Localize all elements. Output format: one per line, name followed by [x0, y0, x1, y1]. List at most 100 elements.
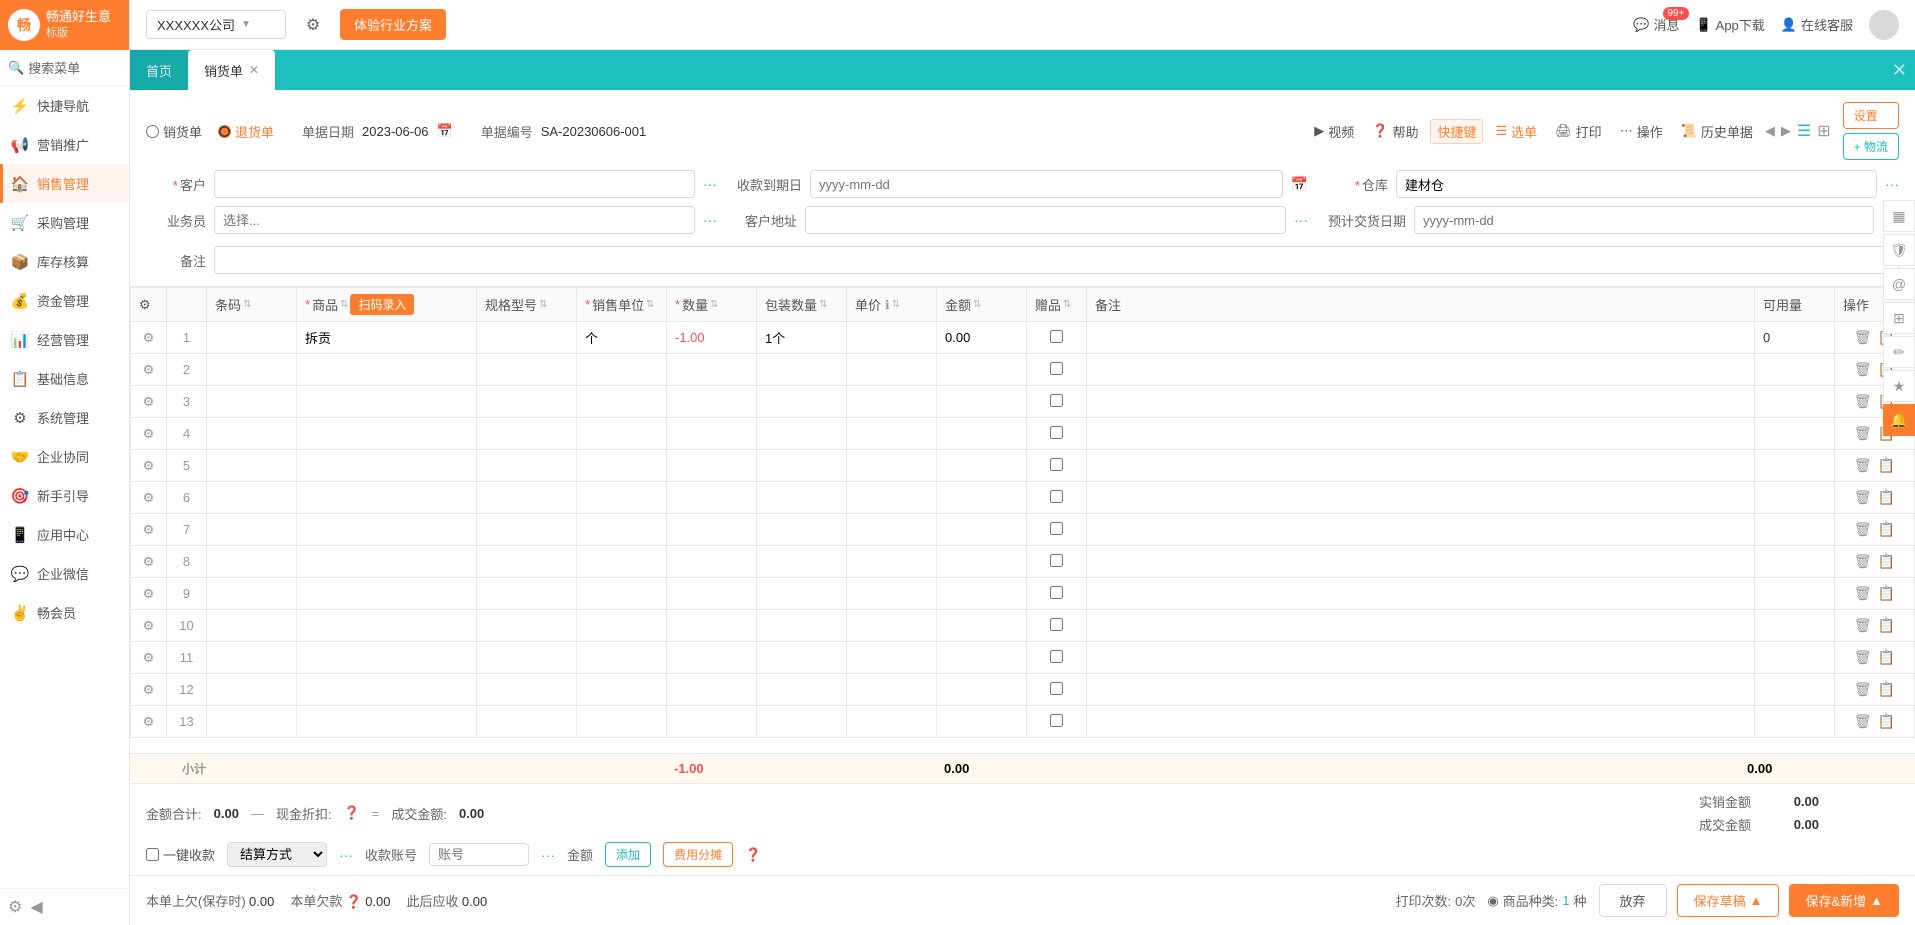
td-unit-11[interactable]	[577, 674, 667, 706]
sidebar-item-basic[interactable]: 📋 基础信息	[0, 359, 129, 398]
td-price-8[interactable]	[847, 578, 937, 610]
save-draft-button[interactable]: 保存草稿 ▲	[1677, 884, 1780, 917]
td-spec-3[interactable]	[477, 418, 577, 450]
td-barcode-8[interactable]	[207, 578, 297, 610]
td-unit-9[interactable]	[577, 610, 667, 642]
td-gift-9[interactable]	[1027, 610, 1087, 642]
expected-delivery-input[interactable]	[1423, 213, 1865, 228]
price-info-icon[interactable]: ℹ	[885, 298, 890, 312]
scan-button[interactable]: 扫码录入	[350, 294, 414, 315]
delete-row-icon-5[interactable]: 🗑	[1854, 489, 1872, 506]
td-barcode-7[interactable]	[207, 546, 297, 578]
td-barcode-9[interactable]	[207, 610, 297, 642]
td-remark-4[interactable]	[1087, 450, 1755, 482]
settlement-dots-btn[interactable]: ···	[339, 847, 353, 863]
td-unit-5[interactable]	[577, 482, 667, 514]
float-at-icon[interactable]: @	[1883, 268, 1915, 300]
row-gear-icon-11[interactable]: ⚙	[143, 682, 155, 697]
td-barcode-0[interactable]	[207, 322, 297, 354]
td-amount-8[interactable]	[937, 578, 1027, 610]
warehouse-dots-btn[interactable]: ···	[1885, 176, 1899, 192]
td-pkg-12[interactable]	[757, 706, 847, 738]
td-qty-10[interactable]	[667, 642, 757, 674]
td-spec-12[interactable]	[477, 706, 577, 738]
td-barcode-5[interactable]	[207, 482, 297, 514]
td-spec-8[interactable]	[477, 578, 577, 610]
sidebar-item-inventory[interactable]: 📦 库存核算	[0, 242, 129, 281]
td-remark-1[interactable]	[1087, 354, 1755, 386]
return-order-radio[interactable]: 退货单	[218, 122, 274, 141]
td-price-7[interactable]	[847, 546, 937, 578]
td-remark-2[interactable]	[1087, 386, 1755, 418]
date-calendar-icon[interactable]: 📅	[437, 123, 453, 139]
fee-split-button[interactable]: 费用分摊	[663, 842, 733, 867]
delete-row-icon-4[interactable]: 🗑	[1854, 457, 1872, 474]
abandon-button[interactable]: 放弃	[1599, 884, 1667, 917]
delete-row-icon-10[interactable]: 🗑	[1854, 649, 1872, 666]
delete-row-icon-1[interactable]: 🗑	[1854, 361, 1872, 378]
float-star-icon[interactable]: ★	[1883, 370, 1915, 402]
td-product-10[interactable]	[297, 642, 477, 674]
td-price-9[interactable]	[847, 610, 937, 642]
copy-row-icon-5[interactable]: 📋	[1878, 489, 1895, 506]
td-barcode-3[interactable]	[207, 418, 297, 450]
tab-home[interactable]: 首页	[130, 50, 188, 90]
sidebar-item-sales[interactable]: 🏠 销售管理	[0, 164, 129, 203]
td-pkg-9[interactable]	[757, 610, 847, 642]
td-qty-5[interactable]	[667, 482, 757, 514]
td-product-12[interactable]	[297, 706, 477, 738]
td-price-0[interactable]	[847, 322, 937, 354]
td-remark-8[interactable]	[1087, 578, 1755, 610]
td-unit-6[interactable]	[577, 514, 667, 546]
td-gift-5[interactable]	[1027, 482, 1087, 514]
td-barcode-11[interactable]	[207, 674, 297, 706]
add-payment-button[interactable]: 添加	[605, 842, 651, 867]
row-gear-icon-5[interactable]: ⚙	[143, 490, 155, 505]
td-pkg-3[interactable]	[757, 418, 847, 450]
delete-row-icon-12[interactable]: 🗑	[1854, 713, 1872, 730]
copy-row-icon-10[interactable]: 📋	[1878, 649, 1895, 666]
td-amount-0[interactable]	[937, 322, 1027, 354]
payment-due-input[interactable]	[819, 177, 1274, 192]
td-product-11[interactable]	[297, 674, 477, 706]
sidebar-item-operations[interactable]: 📊 经营管理	[0, 320, 129, 359]
td-gift-2[interactable]	[1027, 386, 1087, 418]
td-pkg-4[interactable]	[757, 450, 847, 482]
td-pkg-7[interactable]	[757, 546, 847, 578]
sidebar-item-system[interactable]: ⚙ 系统管理	[0, 398, 129, 437]
td-remark-10[interactable]	[1087, 642, 1755, 674]
delete-row-icon-2[interactable]: 🗑	[1854, 393, 1872, 410]
td-remark-3[interactable]	[1087, 418, 1755, 450]
td-pkg-11[interactable]	[757, 674, 847, 706]
table-scroll-container[interactable]: ⚙ 条码⇅ * 商品 ⇅ 扫码录入	[130, 287, 1915, 753]
print-btn[interactable]: 🖨 打印	[1549, 119, 1608, 144]
settlement-method-select[interactable]: 结算方式	[227, 842, 327, 867]
sidebar-item-appstore[interactable]: 📱 应用中心	[0, 515, 129, 554]
delete-row-icon-6[interactable]: 🗑	[1854, 521, 1872, 538]
row-gear-icon-3[interactable]: ⚙	[143, 426, 155, 441]
td-price-3[interactable]	[847, 418, 937, 450]
td-gift-4[interactable]	[1027, 450, 1087, 482]
row-gear-icon-8[interactable]: ⚙	[143, 586, 155, 601]
td-spec-2[interactable]	[477, 386, 577, 418]
td-unit-2[interactable]	[577, 386, 667, 418]
td-qty-0[interactable]	[667, 322, 757, 354]
td-remark-11[interactable]	[1087, 674, 1755, 706]
td-qty-8[interactable]	[667, 578, 757, 610]
td-product-5[interactable]	[297, 482, 477, 514]
td-amount-4[interactable]	[937, 450, 1027, 482]
grid-view-icon[interactable]: ⊞	[1817, 121, 1830, 141]
td-barcode-2[interactable]	[207, 386, 297, 418]
td-qty-11[interactable]	[667, 674, 757, 706]
td-spec-10[interactable]	[477, 642, 577, 674]
row-gear-icon-9[interactable]: ⚙	[143, 618, 155, 633]
td-amount-2[interactable]	[937, 386, 1027, 418]
sidebar-item-finance[interactable]: 💰 资金管理	[0, 281, 129, 320]
discount-question-icon[interactable]: ❓	[344, 805, 360, 821]
td-price-11[interactable]	[847, 674, 937, 706]
td-price-6[interactable]	[847, 514, 937, 546]
barcode-sort-icon[interactable]: ⇅	[243, 299, 251, 310]
td-unit-0[interactable]	[577, 322, 667, 354]
td-gift-11[interactable]	[1027, 674, 1087, 706]
td-product-4[interactable]	[297, 450, 477, 482]
